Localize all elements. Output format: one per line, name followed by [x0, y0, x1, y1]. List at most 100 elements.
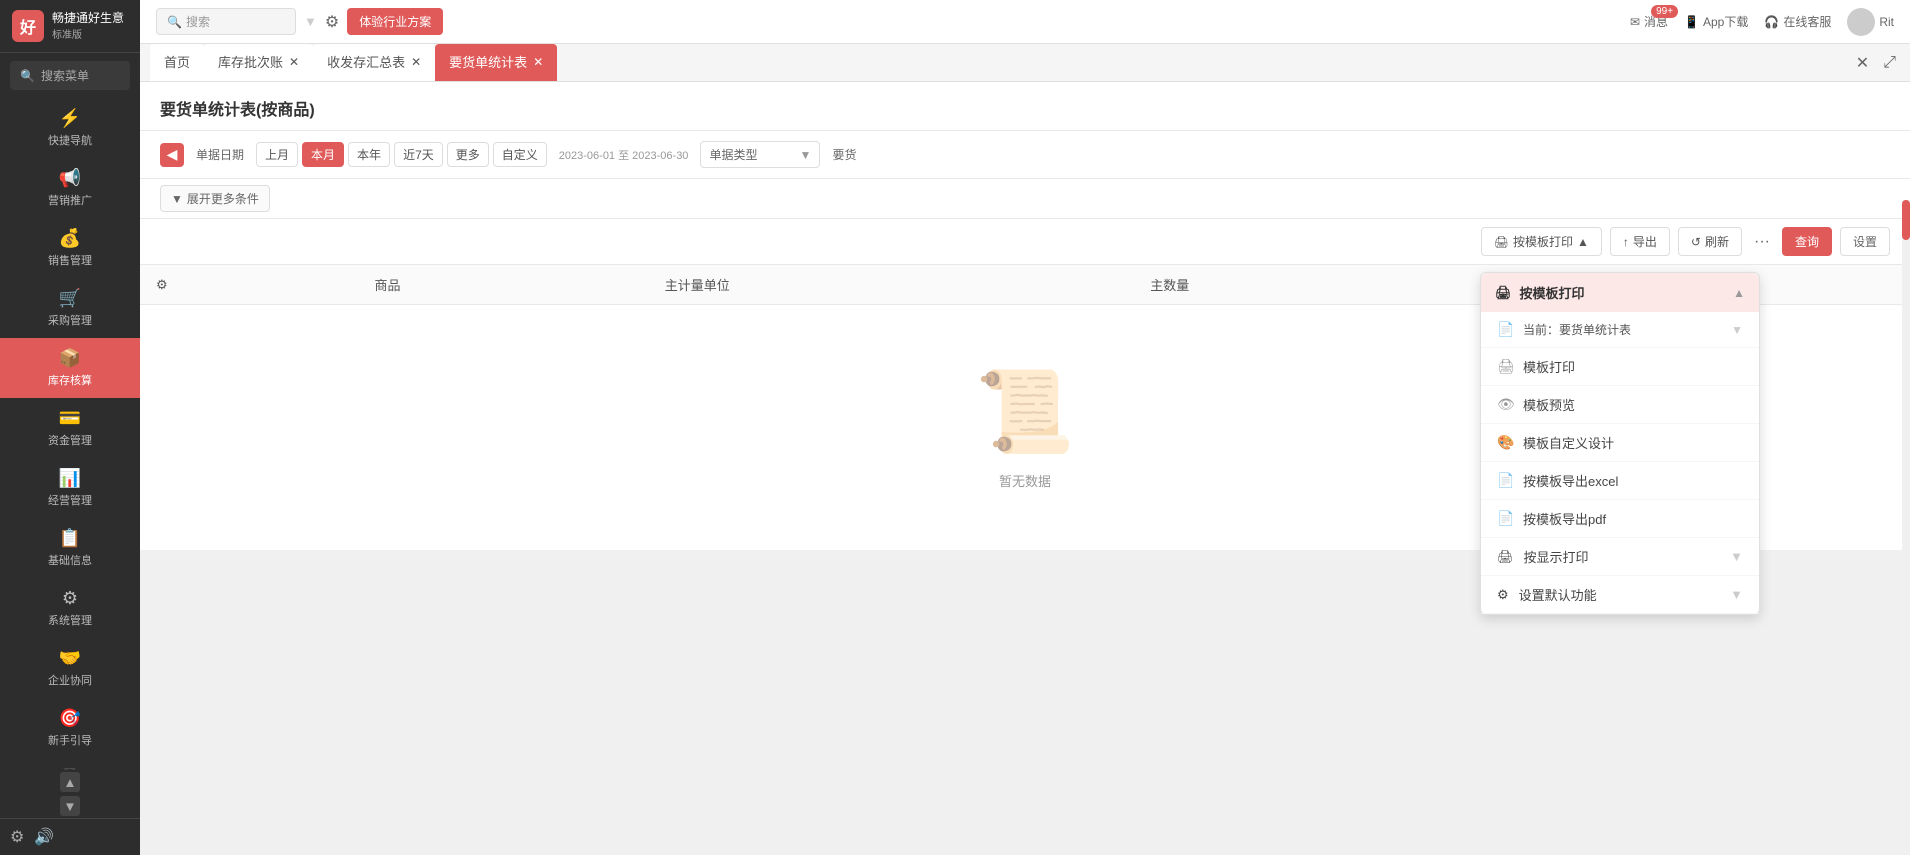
tab-close-icon[interactable]: ✕	[289, 55, 299, 69]
sidebar-item-finance[interactable]: 💳 资金管理	[0, 398, 140, 458]
sidebar-item-purchase[interactable]: 🛒 采购管理	[0, 278, 140, 338]
date-btn-自定义[interactable]: 自定义	[493, 142, 547, 167]
topbar-app-download[interactable]: 📱 App下载	[1684, 13, 1748, 30]
doc-type-select[interactable]: 单据类型 ▼	[700, 141, 820, 168]
current-template-item[interactable]: 📄 当前：要货单统计表 ▼	[1481, 312, 1759, 348]
export-btn[interactable]: ↑ 导出	[1610, 227, 1670, 256]
settings-btn[interactable]: 设置	[1840, 227, 1890, 256]
col-quantity: 主数量	[1134, 265, 1489, 305]
topbar-messages[interactable]: ✉ 消息 99+	[1630, 13, 1668, 30]
search-icon: 🔍	[20, 69, 35, 83]
topbar-search[interactable]: 🔍 搜索	[156, 8, 296, 35]
sidebar-scroll-up[interactable]: ▲	[60, 772, 80, 792]
expand-more-btn[interactable]: ▼ 展开更多条件	[160, 185, 270, 212]
topbar-right: ✉ 消息 99+ 📱 App下载 🎧 在线客服 Rit	[1630, 8, 1894, 36]
app-name: 畅捷通好生意	[52, 11, 124, 27]
sidebar-item-operations[interactable]: 📊 经营管理	[0, 458, 140, 518]
right-scrollbar[interactable]	[1902, 200, 1910, 855]
print-dropdown-header: 🖨 按模板打印 ▲	[1481, 273, 1759, 312]
topbar-user[interactable]: Rit	[1847, 8, 1894, 36]
sidebar-item-inventory[interactable]: 📦 库存核算	[0, 338, 140, 398]
logo-text-group: 畅捷通好生意 标准版	[52, 11, 124, 42]
date-btn-近7天[interactable]: 近7天	[394, 142, 443, 167]
sidebar-item-label: 系统管理	[48, 612, 92, 628]
quick-nav-icon: ⚡	[59, 108, 81, 129]
filter-expand-btn[interactable]: ◀	[160, 143, 184, 167]
app-logo: 好 畅捷通好生意 标准版	[0, 0, 140, 53]
print-btn[interactable]: 🖨 按模板打印 ▲	[1481, 227, 1602, 256]
order-status-label: 要货	[832, 146, 856, 163]
default-settings-icon: ⚙	[1497, 587, 1509, 603]
gear-settings[interactable]: ⚙	[325, 12, 339, 32]
sidebar-item-label: 销售管理	[48, 252, 92, 268]
sidebar-item-label: 新手引导	[48, 732, 92, 748]
sidebar-bottom: ⚙ 🔊	[0, 818, 140, 855]
sidebar-scroll-down[interactable]: ▼	[60, 796, 80, 816]
logo-icon: 好	[12, 10, 44, 42]
sidebar-item-appstore[interactable]: 📱 应用中心	[0, 758, 140, 770]
messages-badge: 99+	[1651, 5, 1678, 18]
template-print-icon: 🖨	[1497, 358, 1513, 375]
tabbar-expand-btn[interactable]: ⤢	[1879, 51, 1900, 75]
topbar-search-placeholder: 搜索	[186, 13, 210, 30]
refresh-icon: ↺	[1691, 235, 1701, 249]
appstore-icon: 📱	[59, 768, 81, 770]
trial-industry-btn[interactable]: 体验行业方案	[347, 8, 443, 35]
sound-icon[interactable]: 🔊	[34, 827, 54, 847]
refresh-btn[interactable]: ↺ 刷新	[1678, 227, 1742, 256]
tab-receipt-summary[interactable]: 收发存汇总表✕	[313, 44, 435, 81]
sidebar-item-sales[interactable]: 💰 销售管理	[0, 218, 140, 278]
sidebar-item-system[interactable]: ⚙ 系统管理	[0, 578, 140, 638]
settings-icon[interactable]: ⚙	[10, 827, 24, 847]
query-btn[interactable]: 查询	[1782, 227, 1832, 256]
topbar-online-service[interactable]: 🎧 在线客服	[1764, 13, 1831, 30]
doc-type-label: 单据类型	[709, 146, 757, 163]
dropdown-item-template-design[interactable]: 🎨 模板自定义设计	[1481, 424, 1759, 462]
dropdown-item-template-print[interactable]: 🖨 模板打印	[1481, 348, 1759, 386]
dropdown-section-display-print[interactable]: 🖨 按显示打印 ▼	[1481, 538, 1759, 576]
print-btn-label: 按模板打印	[1513, 233, 1573, 250]
date-btn-更多[interactable]: 更多	[447, 142, 489, 167]
display-print-left: 🖨 按显示打印	[1497, 547, 1589, 566]
export-btn-label: 导出	[1633, 233, 1657, 250]
tabbar-close-btn[interactable]: ✕	[1852, 51, 1873, 75]
more-btn[interactable]: ···	[1750, 233, 1774, 251]
template-design-icon: 🎨	[1497, 434, 1513, 451]
date-btn-本月[interactable]: 本月	[302, 142, 344, 167]
action-bar: 🖨 按模板打印 ▲ ↑ 导出 ↺ 刷新 ··· 查询 设置	[140, 219, 1910, 265]
dropdown-item-template-preview[interactable]: 👁 模板预览	[1481, 386, 1759, 424]
printer-icon: 🖨	[1494, 235, 1509, 249]
sidebar-item-marketing[interactable]: 📢 营销推广	[0, 158, 140, 218]
sidebar-item-enterprise[interactable]: 🤝 企业协同	[0, 638, 140, 698]
tab-home[interactable]: 首页	[150, 44, 204, 81]
app-icon: 📱	[1684, 15, 1699, 29]
col-settings: ⚙	[140, 265, 358, 305]
sidebar: 好 畅捷通好生意 标准版 🔍 搜索菜单 ⚡ 快捷导航 📢 营销推广 💰 销售管理…	[0, 0, 140, 855]
dropdown-item-template-export-pdf[interactable]: 📄 按模板导出pdf	[1481, 500, 1759, 538]
date-buttons: 上月本月本年近7天更多自定义	[256, 142, 547, 167]
tab-label: 库存批次账	[218, 52, 283, 71]
tabbar: 首页库存批次账✕收发存汇总表✕要货单统计表✕ ✕ ⤢	[140, 44, 1910, 82]
date-btn-上月[interactable]: 上月	[256, 142, 298, 167]
tab-batch-account[interactable]: 库存批次账 ✕	[204, 44, 313, 81]
tab-close-icon[interactable]: ✕	[411, 55, 421, 69]
dropdown-section-default-settings[interactable]: ⚙ 设置默认功能 ▼	[1481, 576, 1759, 614]
print-dropdown-title-group: 🖨 按模板打印	[1495, 283, 1585, 302]
dropdown-item-template-export-excel[interactable]: 📄 按模板导出excel	[1481, 462, 1759, 500]
sidebar-item-quick-nav[interactable]: ⚡ 快捷导航	[0, 98, 140, 158]
template-export-pdf-label: 按模板导出pdf	[1523, 509, 1606, 528]
enterprise-icon: 🤝	[59, 648, 81, 669]
sidebar-search[interactable]: 🔍 搜索菜单	[10, 61, 130, 90]
search-label: 搜索菜单	[41, 67, 89, 84]
sidebar-item-basics[interactable]: 📋 基础信息	[0, 518, 140, 578]
tab-order-stats[interactable]: 要货单统计表✕	[435, 44, 557, 81]
empty-icon: 📜	[975, 365, 1075, 459]
sidebar-item-label: 库存核算	[48, 372, 92, 388]
tab-close-icon[interactable]: ✕	[533, 55, 543, 69]
sidebar-item-label: 资金管理	[48, 432, 92, 448]
dropdown-chevron-up[interactable]: ▲	[1733, 286, 1745, 300]
sidebar-item-newbie[interactable]: 🎯 新手引导	[0, 698, 140, 758]
date-btn-本年[interactable]: 本年	[348, 142, 390, 167]
marketing-icon: 📢	[59, 168, 81, 189]
sales-icon: 💰	[59, 228, 81, 249]
